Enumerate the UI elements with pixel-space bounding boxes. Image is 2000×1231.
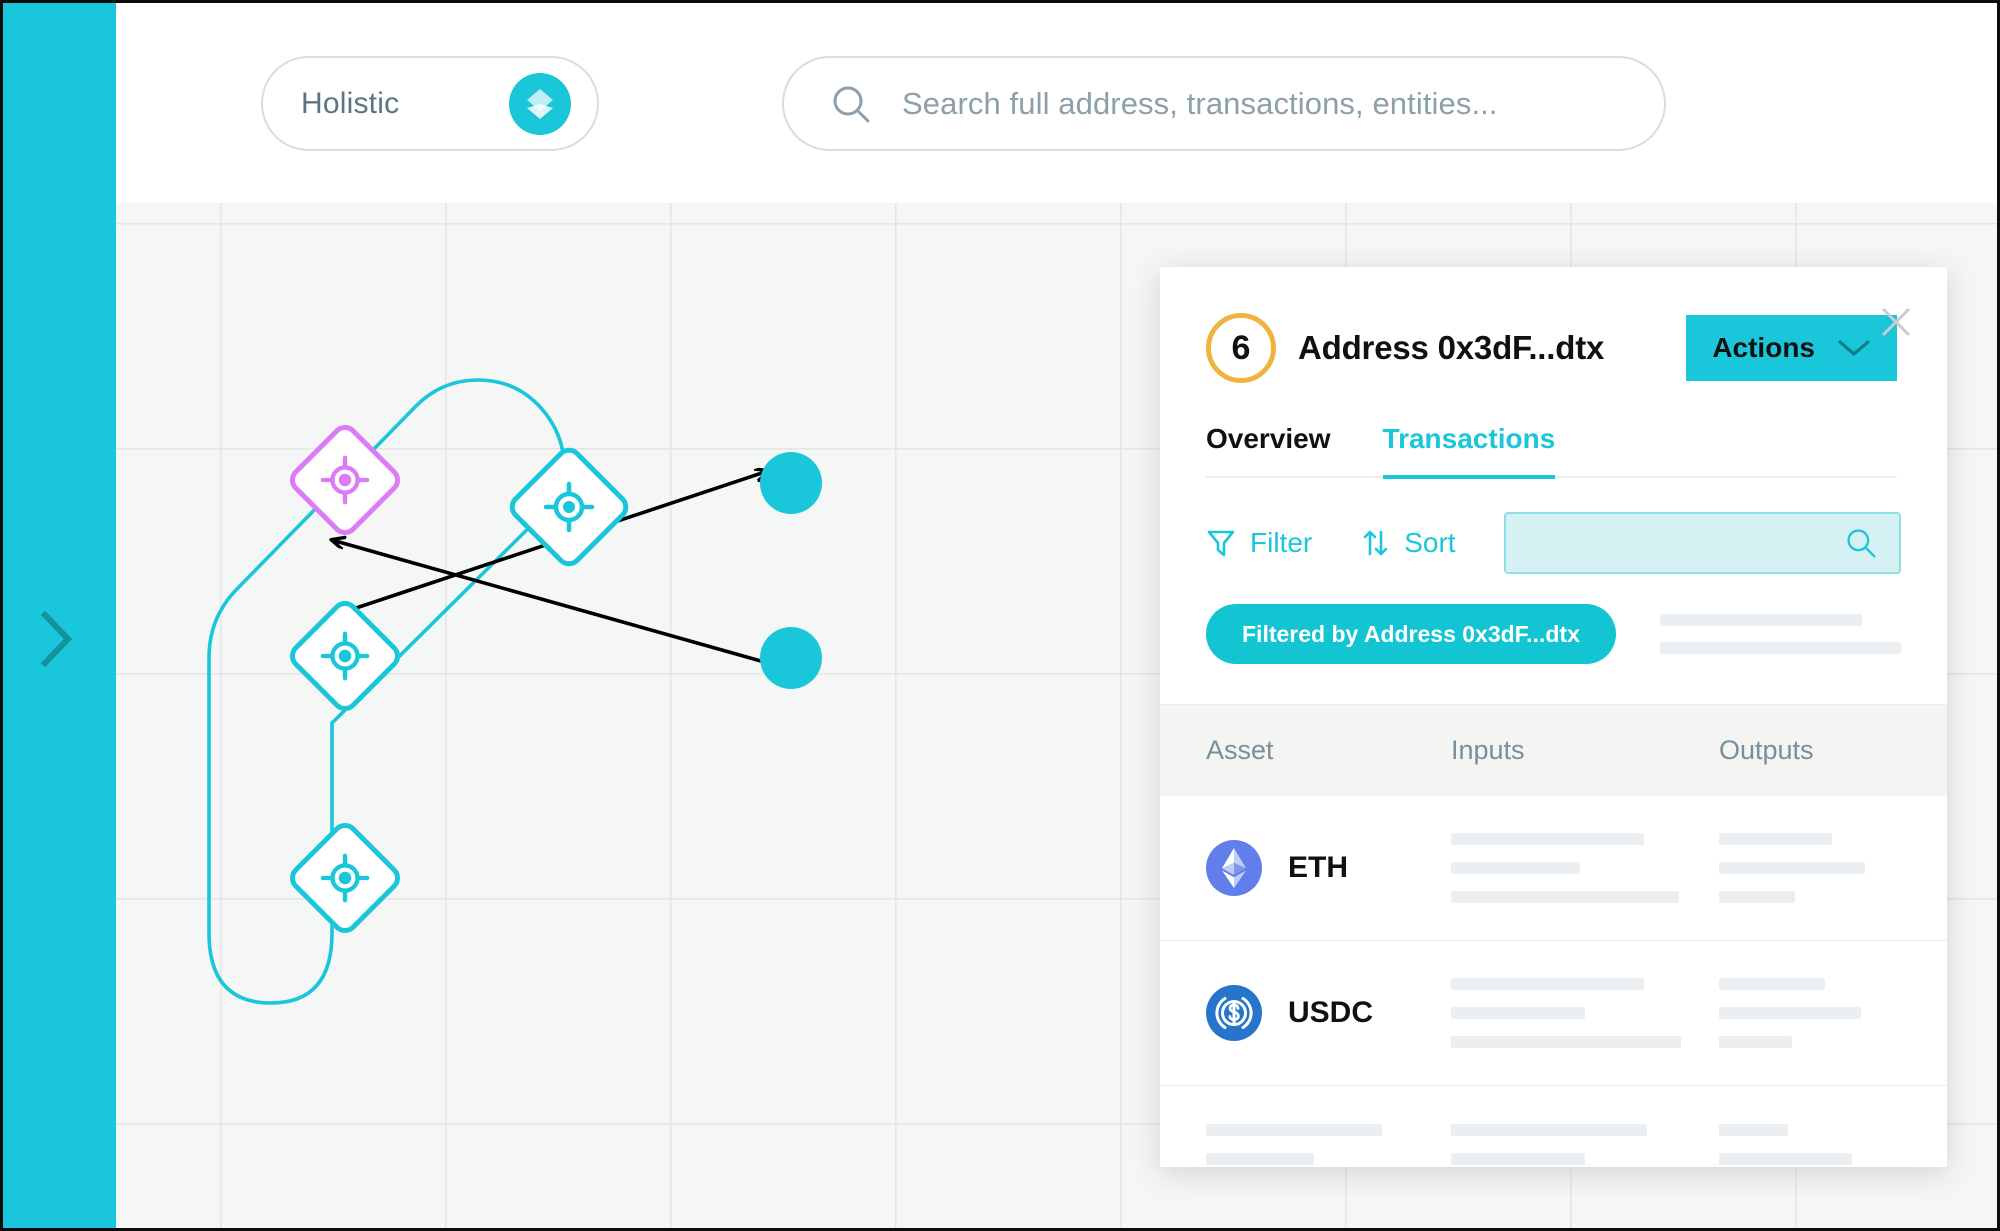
- filter-chip-address[interactable]: Filtered by Address 0x3dF...dtx: [1206, 604, 1616, 664]
- target-icon: [320, 631, 370, 681]
- target-icon: [320, 455, 370, 505]
- skeleton-line: [1451, 891, 1679, 903]
- skeleton-line: [1719, 833, 1832, 845]
- skeleton-line: [1451, 1007, 1585, 1019]
- asset-name: ETH: [1288, 851, 1348, 884]
- skeleton-line: [1659, 614, 1863, 626]
- panel-toolbar: Filter Sort: [1160, 478, 1947, 574]
- outputs-cell: [1719, 833, 1901, 903]
- search-icon: [833, 86, 870, 122]
- top-bar: Holistic Search full address, transactio…: [116, 3, 1997, 203]
- skeleton-line: [1719, 1123, 1789, 1136]
- skeleton-line: [1719, 978, 1825, 990]
- asset-cell: ETH: [1206, 840, 1451, 896]
- skeleton-line: [1451, 1123, 1647, 1136]
- asset-cell: [1206, 1123, 1451, 1168]
- filter-button[interactable]: Filter: [1206, 527, 1312, 559]
- cluster-node-bottom[interactable]: [760, 627, 822, 689]
- layers-icon: [509, 72, 571, 135]
- sort-button[interactable]: Sort: [1360, 527, 1456, 559]
- skeleton-line: [1451, 833, 1644, 845]
- edge-incoming: [332, 540, 769, 665]
- sidebar-expand-button[interactable]: [39, 609, 75, 669]
- chevron-right-icon: [40, 610, 73, 668]
- inputs-cell: [1451, 1123, 1719, 1168]
- address-detail-panel: 6 Address 0x3dF...dtx Actions Overview T…: [1160, 267, 1947, 1167]
- tab-overview[interactable]: Overview: [1206, 423, 1331, 479]
- skeleton-line: [1719, 1007, 1861, 1019]
- column-header-inputs: Inputs: [1451, 735, 1525, 765]
- panel-title: Address 0x3dF...dtx: [1298, 329, 1605, 366]
- table-row[interactable]: ETH: [1160, 796, 1947, 941]
- filter-placeholder-skeleton: [1659, 614, 1901, 654]
- eth-icon: [1206, 840, 1262, 896]
- skeleton-line: [1719, 1152, 1852, 1165]
- target-icon: [543, 481, 595, 533]
- inputs-cell: [1451, 833, 1719, 903]
- asset-name: USDC: [1288, 996, 1374, 1029]
- mode-selector-label: Holistic: [301, 86, 400, 120]
- skeleton-line: [1206, 1123, 1383, 1136]
- close-panel-button[interactable]: [1877, 303, 1915, 341]
- app-window: Holistic Search full address, transactio…: [0, 0, 2000, 1231]
- target-icon: [320, 853, 370, 903]
- sort-arrows-icon: [1363, 530, 1388, 556]
- panel-tabs: Overview Transactions: [1206, 423, 1897, 479]
- funnel-icon: [1207, 530, 1235, 557]
- outputs-cell: [1719, 1123, 1901, 1168]
- global-search[interactable]: Search full address, transactions, entit…: [782, 56, 1666, 151]
- table-row[interactable]: [1160, 1086, 1947, 1167]
- skeleton-line: [1719, 891, 1796, 903]
- skeleton-line: [1451, 1152, 1585, 1165]
- global-search-placeholder: Search full address, transactions, entit…: [902, 85, 1498, 121]
- search-icon: [1847, 529, 1876, 558]
- panel-header: 6 Address 0x3dF...dtx Actions Overview T…: [1160, 267, 1947, 479]
- close-icon: [1881, 307, 1911, 337]
- skeleton-line: [1451, 862, 1580, 874]
- filter-label: Filter: [1250, 527, 1313, 558]
- skeleton-line: [1451, 978, 1644, 990]
- mode-selector-holistic[interactable]: Holistic: [261, 56, 599, 151]
- panel-search-input[interactable]: [1503, 512, 1901, 574]
- outputs-cell: [1719, 978, 1901, 1048]
- cluster-node-top[interactable]: [760, 452, 822, 514]
- inputs-cell: [1451, 978, 1719, 1048]
- skeleton-line: [1719, 862, 1865, 874]
- actions-button-label: Actions: [1712, 332, 1815, 363]
- skeleton-line: [1659, 642, 1901, 654]
- sort-label: Sort: [1404, 527, 1456, 558]
- tab-transactions[interactable]: Transactions: [1382, 423, 1556, 479]
- actions-button[interactable]: Actions: [1686, 315, 1897, 381]
- skeleton-line: [1451, 1036, 1682, 1048]
- asset-cell: USDC: [1206, 985, 1451, 1041]
- table-row[interactable]: USDC: [1160, 941, 1947, 1086]
- node-number-badge: 6: [1206, 313, 1276, 383]
- skeleton-line: [1206, 1152, 1314, 1165]
- column-header-outputs: Outputs: [1719, 735, 1814, 765]
- column-header-asset: Asset: [1206, 735, 1274, 765]
- skeleton-line: [1719, 1036, 1792, 1048]
- usdc-icon: [1206, 985, 1262, 1041]
- active-filters-row: Filtered by Address 0x3dF...dtx: [1160, 574, 1947, 704]
- transactions-table-header: Asset Inputs Outputs: [1160, 704, 1947, 796]
- chevron-down-icon: [1838, 340, 1870, 356]
